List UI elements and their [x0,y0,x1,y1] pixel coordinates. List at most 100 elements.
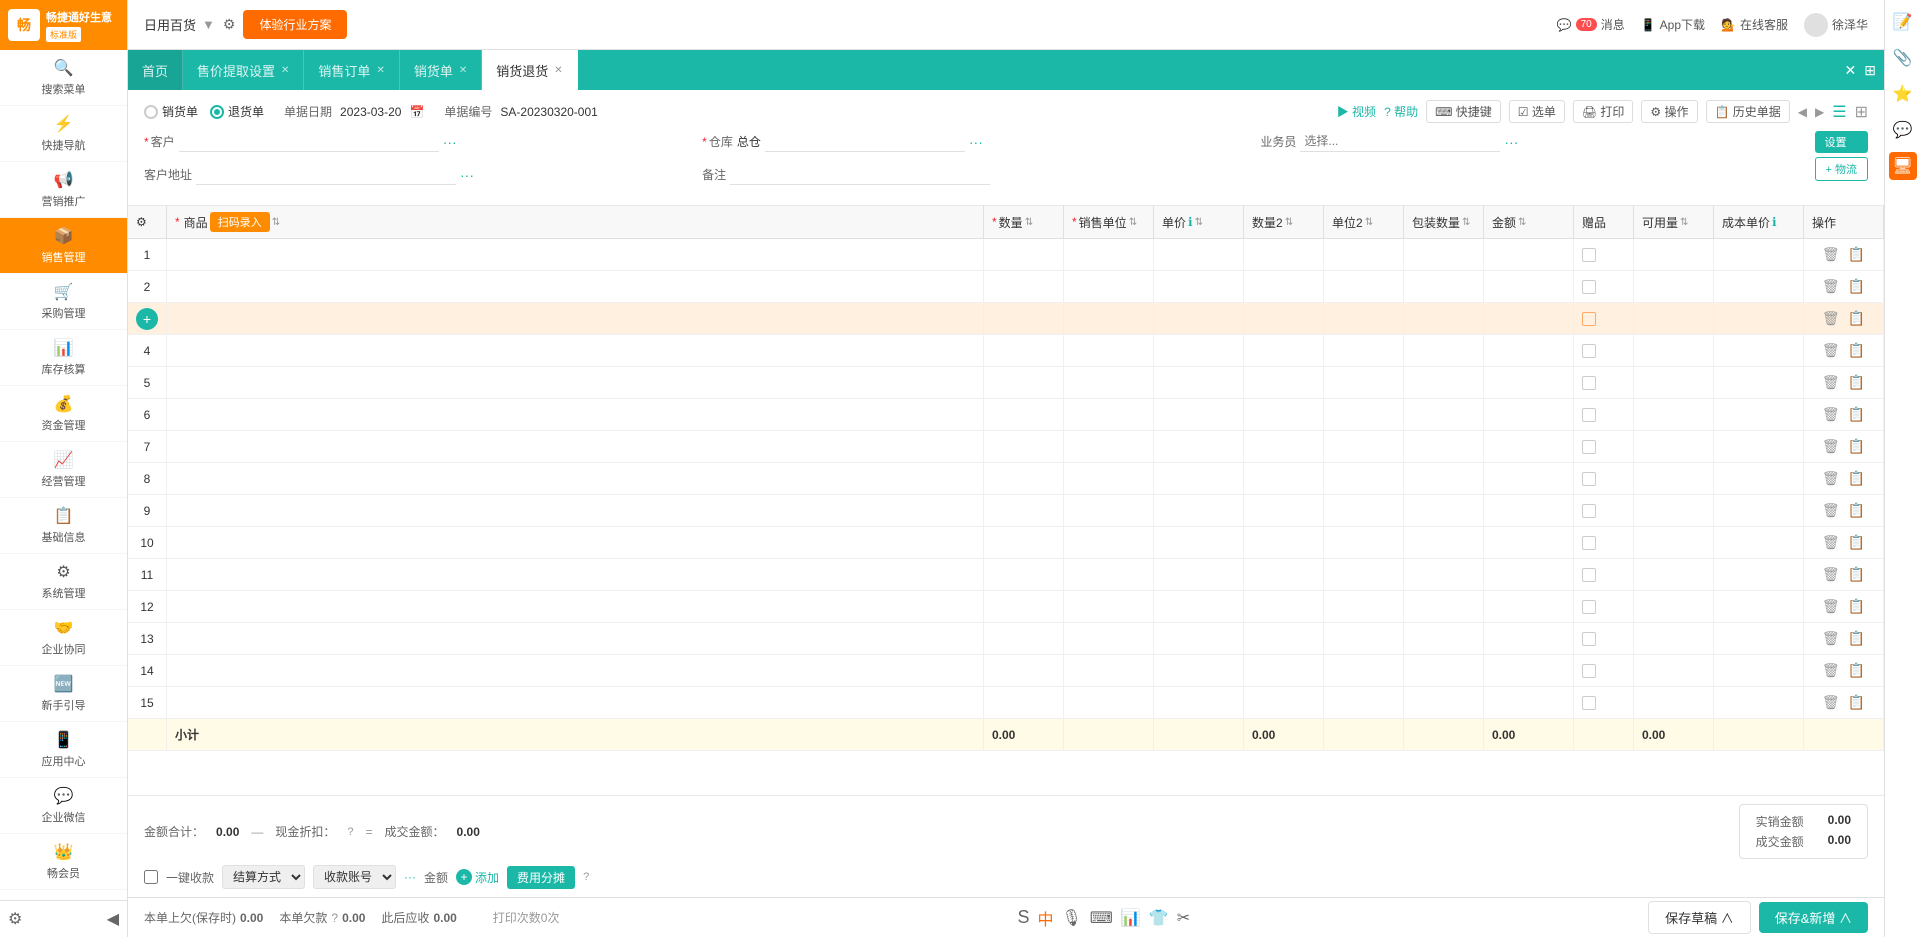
tab-return[interactable]: 销货退货 ✕ [482,50,577,90]
tab-price-setting[interactable]: 售价提取设置 ✕ [183,50,304,90]
right-panel-icon-3[interactable]: ⭐ [1889,80,1917,108]
delete-row-btn[interactable]: 🗑 [1820,436,1842,457]
sidebar-item-inventory[interactable]: 📊 库存核算 [0,330,127,386]
tab-delivery[interactable]: 销货单 ✕ [400,50,482,90]
right-panel-icon-1[interactable]: 📝 [1889,8,1917,36]
address-dots-icon[interactable]: ··· [460,167,474,183]
sidebar-item-enterprise[interactable]: 🤝 企业协同 [0,610,127,666]
video-link[interactable]: ▶ 视频 [1337,103,1376,120]
copy-row-btn[interactable]: 📋 [1846,564,1867,585]
delete-row-btn[interactable]: 🗑 [1820,628,1842,649]
row-amount[interactable] [1484,239,1574,271]
row-unit2[interactable] [1324,303,1404,335]
row-qty[interactable] [984,303,1064,335]
sidebar-item-member[interactable]: 👑 畅会员 [0,834,127,890]
delete-row-btn[interactable]: 🗑 [1820,660,1842,681]
tool-icon-2[interactable]: 中 [1037,906,1053,930]
row-goods[interactable] [167,303,984,335]
delete-row-btn[interactable]: 🗑 [1820,276,1842,297]
tool-icon-1[interactable]: S [1017,907,1029,928]
copy-row-btn[interactable]: 📋 [1846,308,1867,329]
sidebar-item-basic-info[interactable]: 📋 基础信息 [0,498,127,554]
delete-row-btn[interactable]: 🗑 [1820,468,1842,489]
save-new-button[interactable]: 保存&新增 ∧ [1759,902,1868,933]
row-unit[interactable] [1064,239,1154,271]
view-list-icon[interactable]: ☰ [1832,102,1846,122]
radio-return[interactable]: 退货单 [210,103,264,120]
row-amount[interactable] [1484,303,1574,335]
row-goods[interactable] [167,239,984,271]
gift-checkbox[interactable] [1582,376,1596,390]
copy-row-btn[interactable]: 📋 [1846,500,1867,521]
gift-checkbox[interactable] [1582,696,1596,710]
tool-icon-4[interactable]: ⌨ [1090,908,1113,928]
delete-row-btn[interactable]: 🗑 [1820,596,1842,617]
gift-checkbox[interactable] [1582,344,1596,358]
sidebar-collapse-icon[interactable]: ◀ [107,909,119,929]
nav-next-icon[interactable]: ▶ [1815,105,1824,119]
copy-row-btn[interactable]: 📋 [1846,660,1867,681]
copy-row-btn[interactable]: 📋 [1846,276,1867,297]
shortcut-btn[interactable]: ⌨ 快捷键 [1426,100,1501,123]
copy-row-btn[interactable]: 📋 [1846,244,1867,265]
gift-checkbox[interactable] [1582,536,1596,550]
copy-row-btn[interactable]: 📋 [1846,468,1867,489]
add-payment-button[interactable]: + 添加 [456,869,499,886]
operations-btn[interactable]: ⚙ 操作 [1641,100,1697,123]
settlement-select[interactable]: 结算方式 [222,865,305,889]
discount-help-icon[interactable]: ? [347,826,353,838]
gift-checkbox[interactable] [1582,248,1596,262]
gift-checkbox[interactable] [1582,312,1596,326]
row-qty2[interactable] [1244,271,1324,303]
delete-row-btn[interactable]: 🗑 [1820,404,1842,425]
onepay-checkbox[interactable] [144,870,158,884]
delete-row-btn[interactable]: 🗑 [1820,564,1842,585]
sidebar-settings-icon[interactable]: ⚙ [8,909,22,929]
customer-input[interactable] [179,131,439,152]
row-pack[interactable] [1404,239,1484,271]
row-qty[interactable] [984,271,1064,303]
row-unit2[interactable] [1324,271,1404,303]
help-link[interactable]: ? 帮助 [1384,103,1418,120]
online-service-button[interactable]: 💁 在线客服 [1721,16,1788,33]
sort-qty2-icon[interactable]: ⇅ [1285,217,1293,228]
print-btn[interactable]: 🖨 打印 [1573,100,1634,123]
save-draft-button[interactable]: 保存草稿 ∧ [1648,901,1751,934]
setup-button[interactable]: 设置 [1815,131,1868,153]
tab-bar-close-icon[interactable]: ✕ [1845,62,1857,79]
staff-input[interactable] [1300,131,1500,152]
address-input[interactable] [196,164,456,185]
radio-delivery[interactable]: 销货单 [144,103,198,120]
delete-row-btn[interactable]: 🗑 [1820,244,1842,265]
sidebar-item-search[interactable]: 🔍 搜索菜单 [0,50,127,106]
sidebar-item-wechat[interactable]: 💬 企业微信 [0,778,127,834]
copy-row-btn[interactable]: 📋 [1846,372,1867,393]
experience-button[interactable]: 体验行业方案 [243,10,347,39]
row-pack[interactable] [1404,303,1484,335]
tool-icon-7[interactable]: ✂ [1177,908,1190,928]
sidebar-item-operations[interactable]: 📈 经营管理 [0,442,127,498]
header-settings-icon[interactable]: ⚙ [223,16,236,33]
row-cost[interactable] [1714,303,1804,335]
sort-goods-icon[interactable]: ⇅ [272,217,280,228]
sidebar-item-sales[interactable]: 📦 销售管理 [0,218,127,274]
tool-icon-6[interactable]: 👕 [1149,908,1169,928]
tab-bar-expand-icon[interactable]: ⊞ [1864,62,1876,79]
row-price[interactable] [1154,239,1244,271]
tab-sales-close-icon[interactable]: ✕ [376,65,384,76]
fee-help-icon[interactable]: ? [583,871,589,883]
row-unit[interactable] [1064,303,1154,335]
copy-row-btn[interactable]: 📋 [1846,532,1867,553]
sidebar-item-finance[interactable]: 💰 资金管理 [0,386,127,442]
row-available[interactable] [1634,271,1714,303]
price-info-icon[interactable]: ℹ [1188,215,1193,229]
app-download-button[interactable]: 📱 App下载 [1641,16,1705,33]
delete-row-btn[interactable]: 🗑 [1820,532,1842,553]
delete-row-btn[interactable]: 🗑 [1820,692,1842,713]
right-panel-icon-4[interactable]: 💬 [1889,116,1917,144]
copy-row-btn[interactable]: 📋 [1846,436,1867,457]
row-amount[interactable] [1484,271,1574,303]
sidebar-item-system[interactable]: ⚙ 系统管理 [0,554,127,610]
calendar-icon[interactable]: 📅 [409,105,424,119]
sidebar-item-newbie[interactable]: 🆕 新手引导 [0,666,127,722]
